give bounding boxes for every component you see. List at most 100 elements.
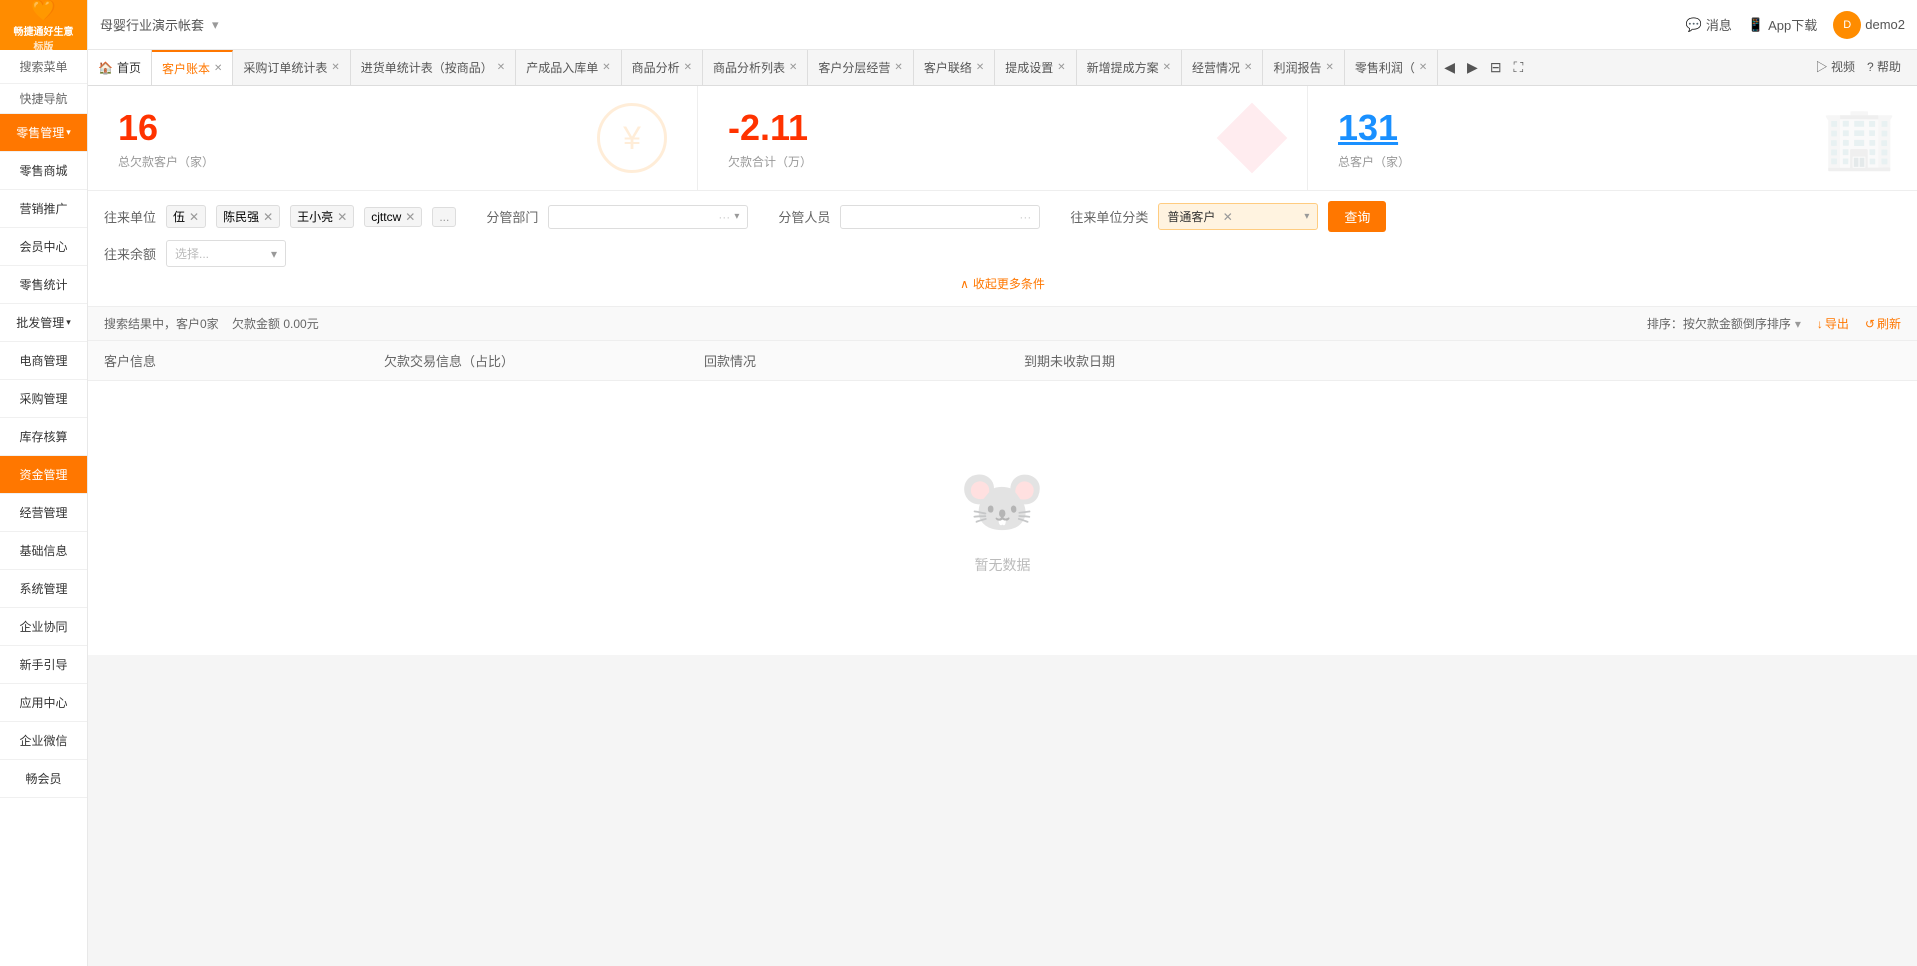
sidebar-item-member[interactable]: 会员中心	[0, 228, 87, 266]
sidebar-item-finance[interactable]: 资金管理	[0, 456, 87, 494]
stat-total-customers-value[interactable]: 131	[1338, 106, 1398, 149]
dept-select[interactable]: ··· ▾	[548, 205, 748, 229]
sidebar-item-corp-wechat[interactable]: 企业微信	[0, 722, 87, 760]
sort-select[interactable]: 排序：按欠款金额倒序排序 ▾	[1647, 315, 1801, 332]
sidebar-item-retail-mall[interactable]: 零售商城	[0, 152, 87, 190]
close-tab-retail-profit[interactable]: ✕	[1419, 62, 1427, 73]
remove-tag-wu[interactable]: ✕	[189, 210, 199, 224]
tab-product-in[interactable]: 产成品入库单 ✕	[516, 50, 621, 86]
filter-row-1: 往来单位 伍 ✕ 陈民强 ✕ 王小亮 ✕ cjttcw	[104, 201, 1901, 232]
sidebar-item-batch-mgmt[interactable]: 批发管理 ▾	[0, 304, 87, 342]
sidebar: 🧡 畅捷通好生意 标版 搜索菜单 快捷导航 零售管理 ▾ 零售商城 营销推广 会…	[0, 0, 88, 966]
unit-type-arrow-icon: ▾	[1304, 211, 1309, 222]
result-bar-right: 排序：按欠款金额倒序排序 ▾ ↓ 导出 ↺ 刷新	[1647, 315, 1901, 332]
topbar-right: 💬 消息 📱 App下载 D demo2	[1686, 11, 1905, 39]
collapse-arrow-icon: ∧	[960, 277, 969, 291]
tab-purchase-stats[interactable]: 进货单统计表（按商品） ✕	[351, 50, 516, 86]
tab-business-status[interactable]: 经营情况 ✕	[1182, 50, 1263, 86]
export-btn[interactable]: ↓ 导出	[1817, 315, 1849, 332]
close-tab-business-status[interactable]: ✕	[1244, 62, 1252, 73]
stat-overdue-customers: ¥ 16 总欠款客户（家）	[88, 86, 698, 190]
empty-illustration: 🐭	[959, 461, 1046, 543]
close-tab-new-promote[interactable]: ✕	[1163, 62, 1171, 73]
remove-unit-type-tag[interactable]: ✕	[1223, 210, 1233, 224]
col-repayment: 回款情况	[704, 351, 1024, 370]
tab-goods-analysis-list[interactable]: 商品分析列表 ✕	[703, 50, 808, 86]
tab-customer-capital[interactable]: 客户账本 ✕	[152, 50, 233, 86]
close-tab-product-in[interactable]: ✕	[602, 62, 610, 73]
sidebar-item-app-center[interactable]: 应用中心	[0, 684, 87, 722]
topbar: 母婴行业演示帐套 ▾ 💬 消息 📱 App下载 D demo2	[88, 0, 1917, 50]
sidebar-item-newbie[interactable]: 新手引导	[0, 646, 87, 684]
sidebar-item-basic-info[interactable]: 基础信息	[0, 532, 87, 570]
tab-scroll-left[interactable]: ◀	[1438, 59, 1461, 76]
tab-new-promote[interactable]: 新增提成方案 ✕	[1077, 50, 1182, 86]
close-tab-purchase-order[interactable]: ✕	[331, 62, 339, 73]
sidebar-item-quick-nav[interactable]: 快捷导航	[0, 84, 87, 114]
sidebar-item-search[interactable]: 搜索菜单	[0, 50, 87, 84]
page: ▷ 视频 ? 帮助 ¥ 16 总欠款客户（家）	[88, 86, 1917, 655]
balance-input[interactable]: 选择... ▾	[166, 240, 286, 267]
tab-menu[interactable]: ⊟	[1484, 59, 1508, 76]
stat-overdue-amount-value: -2.11	[728, 106, 808, 149]
sidebar-item-enterprise[interactable]: 企业协同	[0, 608, 87, 646]
sidebar-item-vip-member[interactable]: 畅会员	[0, 760, 87, 798]
logo-icon: 🧡	[31, 0, 56, 23]
close-tab-goods-analysis[interactable]: ✕	[684, 62, 692, 73]
tab-retail-profit[interactable]: 零售利润（ ✕	[1345, 50, 1438, 86]
tab-home[interactable]: 🏠 首页	[88, 50, 152, 86]
sidebar-item-ecommerce[interactable]: 电商管理	[0, 342, 87, 380]
tab-customer-connect[interactable]: 客户联络 ✕	[914, 50, 995, 86]
close-tab-profit-report[interactable]: ✕	[1325, 62, 1333, 73]
unit-tag-wang[interactable]: 王小亮 ✕	[290, 205, 354, 228]
balance-arrow-icon: ▾	[271, 247, 277, 261]
query-button[interactable]: 查询	[1328, 201, 1386, 232]
person-more-icon: ···	[1019, 210, 1031, 224]
close-tab-purchase-stats[interactable]: ✕	[497, 62, 505, 73]
unit-type-select[interactable]: 普通客户 ✕ ▾	[1158, 203, 1318, 230]
sidebar-item-sys-mgmt[interactable]: 系统管理	[0, 570, 87, 608]
tab-scroll-right[interactable]: ▶	[1461, 59, 1484, 76]
user-menu[interactable]: D demo2	[1833, 11, 1905, 39]
tab-goods-analysis[interactable]: 商品分析 ✕	[622, 50, 703, 86]
sidebar-item-retail-stats[interactable]: 零售统计	[0, 266, 87, 304]
refresh-icon: ↺	[1865, 317, 1875, 331]
stat-total-customers: 🏢 131 总客户（家）	[1308, 86, 1917, 190]
unit-tag-chen[interactable]: 陈民强 ✕	[216, 205, 280, 228]
unit-label: 往来单位	[104, 207, 156, 226]
remove-tag-chen[interactable]: ✕	[263, 210, 273, 224]
sidebar-item-retail-mgmt[interactable]: 零售管理 ▾	[0, 114, 87, 152]
unit-tag-wu[interactable]: 伍 ✕	[166, 205, 206, 228]
close-tab-goods-analysis-list[interactable]: ✕	[789, 62, 797, 73]
table-wrapper: 客户信息 欠款交易信息（占比） 回款情况 到期未收款日期 🐭 暂无数据	[88, 341, 1917, 655]
dropdown-icon[interactable]: ▾	[212, 17, 219, 33]
sidebar-item-inventory[interactable]: 库存核算	[0, 418, 87, 456]
close-tab-customer-connect[interactable]: ✕	[976, 62, 984, 73]
sidebar-logo: 🧡 畅捷通好生意 标版	[0, 0, 87, 50]
remove-tag-wang[interactable]: ✕	[337, 210, 347, 224]
main-area: 母婴行业演示帐套 ▾ 💬 消息 📱 App下载 D demo2 🏠 首页 客户账…	[88, 0, 1917, 966]
close-tab-customer-layer[interactable]: ✕	[894, 62, 902, 73]
tab-maximize[interactable]: ⛶	[1508, 59, 1530, 76]
tab-profit-report[interactable]: 利润报告 ✕	[1263, 50, 1344, 86]
balance-label: 往来余额	[104, 244, 156, 263]
tab-purchase-order[interactable]: 采购订单统计表 ✕	[233, 50, 350, 86]
collapse-btn[interactable]: ∧ 收起更多条件	[960, 275, 1045, 292]
sort-arrow-icon: ▾	[1795, 317, 1801, 331]
more-tags-btn[interactable]: ...	[432, 207, 456, 227]
tab-customer-layer[interactable]: 客户分层经营 ✕	[808, 50, 913, 86]
message-btn[interactable]: 💬 消息	[1686, 15, 1732, 34]
unit-type-value: 普通客户 ✕	[1167, 208, 1300, 225]
topbar-brand: 母婴行业演示帐套	[100, 15, 204, 34]
app-download-btn[interactable]: 📱 App下载	[1748, 15, 1817, 34]
sidebar-item-operations[interactable]: 经营管理	[0, 494, 87, 532]
unit-tag-cj[interactable]: cjttcw ✕	[364, 207, 422, 227]
sidebar-item-purchase[interactable]: 采购管理	[0, 380, 87, 418]
tab-promote-settings[interactable]: 提成设置 ✕	[995, 50, 1076, 86]
person-select[interactable]: ···	[840, 205, 1040, 229]
refresh-btn[interactable]: ↺ 刷新	[1865, 315, 1901, 332]
close-tab-customer-capital[interactable]: ✕	[214, 63, 222, 74]
remove-tag-cj[interactable]: ✕	[405, 210, 415, 224]
sidebar-item-marketing[interactable]: 营销推广	[0, 190, 87, 228]
close-tab-promote-settings[interactable]: ✕	[1057, 62, 1065, 73]
